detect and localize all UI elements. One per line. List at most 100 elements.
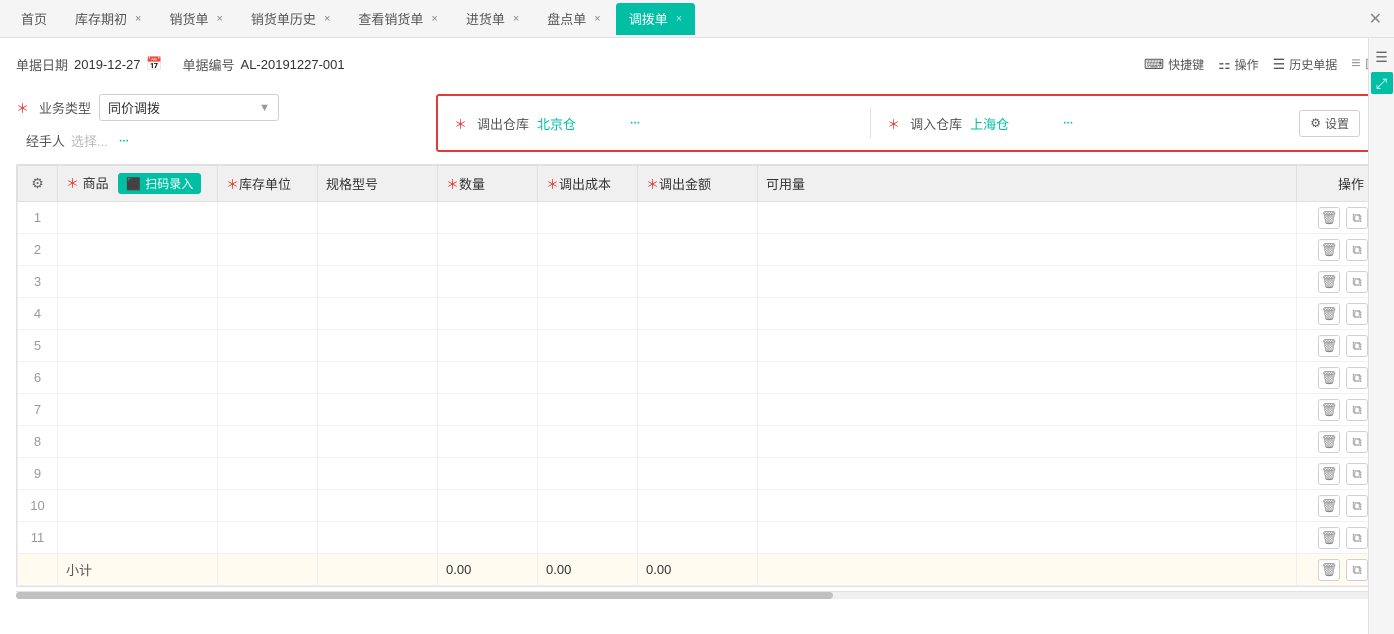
row-spec-7[interactable]	[318, 394, 438, 426]
row-amount-6[interactable]	[638, 362, 758, 394]
row-avail-10[interactable]	[758, 490, 1297, 522]
row-product-2[interactable]	[58, 234, 218, 266]
row-unit-1[interactable]	[218, 202, 318, 234]
row-spec-3[interactable]	[318, 266, 438, 298]
delete-icon-7[interactable]: 🗑	[1318, 399, 1340, 421]
row-cost-6[interactable]	[538, 362, 638, 394]
row-spec-11[interactable]	[318, 522, 438, 554]
copy-icon-sub[interactable]: ⧉	[1346, 559, 1368, 581]
row-unit-11[interactable]	[218, 522, 318, 554]
delete-icon-sub[interactable]: 🗑	[1318, 559, 1340, 581]
window-close-button[interactable]: ✕	[1369, 9, 1382, 29]
row-spec-10[interactable]	[318, 490, 438, 522]
copy-icon-4[interactable]: ⧉	[1346, 303, 1368, 325]
row-spec-2[interactable]	[318, 234, 438, 266]
col-gear-header[interactable]: ⚙	[18, 166, 58, 202]
row-avail-3[interactable]	[758, 266, 1297, 298]
row-unit-10[interactable]	[218, 490, 318, 522]
panel-doc-icon[interactable]: ☰	[1371, 46, 1393, 68]
row-unit-9[interactable]	[218, 458, 318, 490]
row-spec-9[interactable]	[318, 458, 438, 490]
horizontal-scrollbar[interactable]	[16, 591, 1378, 599]
row-qty-2[interactable]	[438, 234, 538, 266]
business-type-select[interactable]: 同价调拨 ▼	[99, 94, 279, 121]
row-amount-3[interactable]	[638, 266, 758, 298]
row-unit-6[interactable]	[218, 362, 318, 394]
tab-stocktake-close[interactable]: ×	[594, 13, 600, 25]
row-cost-5[interactable]	[538, 330, 638, 362]
scan-entry-button[interactable]: ⬛ 扫码录入	[118, 173, 201, 194]
row-cost-2[interactable]	[538, 234, 638, 266]
warehouse-in-more-button[interactable]: ···	[1058, 114, 1076, 132]
tab-purchase-order-close[interactable]: ×	[513, 13, 519, 25]
row-cost-10[interactable]	[538, 490, 638, 522]
row-avail-7[interactable]	[758, 394, 1297, 426]
warehouse-out-more-button[interactable]: ···	[625, 114, 643, 132]
history-button[interactable]: ☰ 历史单据	[1273, 56, 1338, 73]
row-qty-4[interactable]	[438, 298, 538, 330]
row-amount-10[interactable]	[638, 490, 758, 522]
delete-icon-9[interactable]: 🗑	[1318, 463, 1340, 485]
delete-icon-10[interactable]: 🗑	[1318, 495, 1340, 517]
settings-button[interactable]: ⚙ 设置	[1299, 110, 1360, 137]
row-amount-9[interactable]	[638, 458, 758, 490]
row-qty-5[interactable]	[438, 330, 538, 362]
row-amount-4[interactable]	[638, 298, 758, 330]
tab-purchase-order[interactable]: 进货单 ×	[453, 3, 532, 35]
row-amount-2[interactable]	[638, 234, 758, 266]
copy-icon-8[interactable]: ⧉	[1346, 431, 1368, 453]
row-amount-7[interactable]	[638, 394, 758, 426]
copy-icon-1[interactable]: ⧉	[1346, 207, 1368, 229]
tab-sales-history-close[interactable]: ×	[324, 13, 330, 25]
row-unit-3[interactable]	[218, 266, 318, 298]
row-qty-11[interactable]	[438, 522, 538, 554]
copy-icon-11[interactable]: ⧉	[1346, 527, 1368, 549]
tab-transfer-close[interactable]: ×	[676, 13, 682, 25]
row-amount-5[interactable]	[638, 330, 758, 362]
operate-button[interactable]: ⚏ 操作	[1218, 56, 1259, 73]
row-avail-2[interactable]	[758, 234, 1297, 266]
row-product-7[interactable]	[58, 394, 218, 426]
row-avail-6[interactable]	[758, 362, 1297, 394]
delete-icon-3[interactable]: 🗑	[1318, 271, 1340, 293]
tab-inventory-init[interactable]: 库存期初 ×	[62, 3, 154, 35]
copy-icon-10[interactable]: ⧉	[1346, 495, 1368, 517]
row-unit-2[interactable]	[218, 234, 318, 266]
row-unit-8[interactable]	[218, 426, 318, 458]
tab-sales-order-close[interactable]: ×	[216, 13, 222, 25]
tab-sales-history[interactable]: 销货单历史 ×	[238, 3, 343, 35]
tab-inventory-init-close[interactable]: ×	[135, 13, 141, 25]
row-qty-3[interactable]	[438, 266, 538, 298]
delete-icon-2[interactable]: 🗑	[1318, 239, 1340, 261]
row-avail-11[interactable]	[758, 522, 1297, 554]
row-avail-8[interactable]	[758, 426, 1297, 458]
copy-icon-5[interactable]: ⧉	[1346, 335, 1368, 357]
row-product-11[interactable]	[58, 522, 218, 554]
copy-icon-3[interactable]: ⧉	[1346, 271, 1368, 293]
row-cost-8[interactable]	[538, 426, 638, 458]
row-product-3[interactable]	[58, 266, 218, 298]
tab-view-sales[interactable]: 查看销货单 ×	[345, 3, 450, 35]
row-amount-8[interactable]	[638, 426, 758, 458]
tab-stocktake[interactable]: 盘点单 ×	[534, 3, 613, 35]
delete-icon-4[interactable]: 🗑	[1318, 303, 1340, 325]
row-product-1[interactable]	[58, 202, 218, 234]
person-placeholder[interactable]: 选择...	[71, 131, 108, 150]
delete-icon-5[interactable]: 🗑	[1318, 335, 1340, 357]
row-avail-1[interactable]	[758, 202, 1297, 234]
tab-view-sales-close[interactable]: ×	[431, 13, 437, 25]
row-product-8[interactable]	[58, 426, 218, 458]
row-spec-8[interactable]	[318, 426, 438, 458]
row-avail-9[interactable]	[758, 458, 1297, 490]
table-gear-icon[interactable]: ⚙	[27, 173, 49, 195]
delete-icon-6[interactable]: 🗑	[1318, 367, 1340, 389]
row-product-6[interactable]	[58, 362, 218, 394]
row-product-10[interactable]	[58, 490, 218, 522]
row-cost-9[interactable]	[538, 458, 638, 490]
row-unit-4[interactable]	[218, 298, 318, 330]
row-amount-11[interactable]	[638, 522, 758, 554]
row-amount-1[interactable]	[638, 202, 758, 234]
row-unit-7[interactable]	[218, 394, 318, 426]
tab-sales-order[interactable]: 销货单 ×	[156, 3, 235, 35]
row-cost-7[interactable]	[538, 394, 638, 426]
